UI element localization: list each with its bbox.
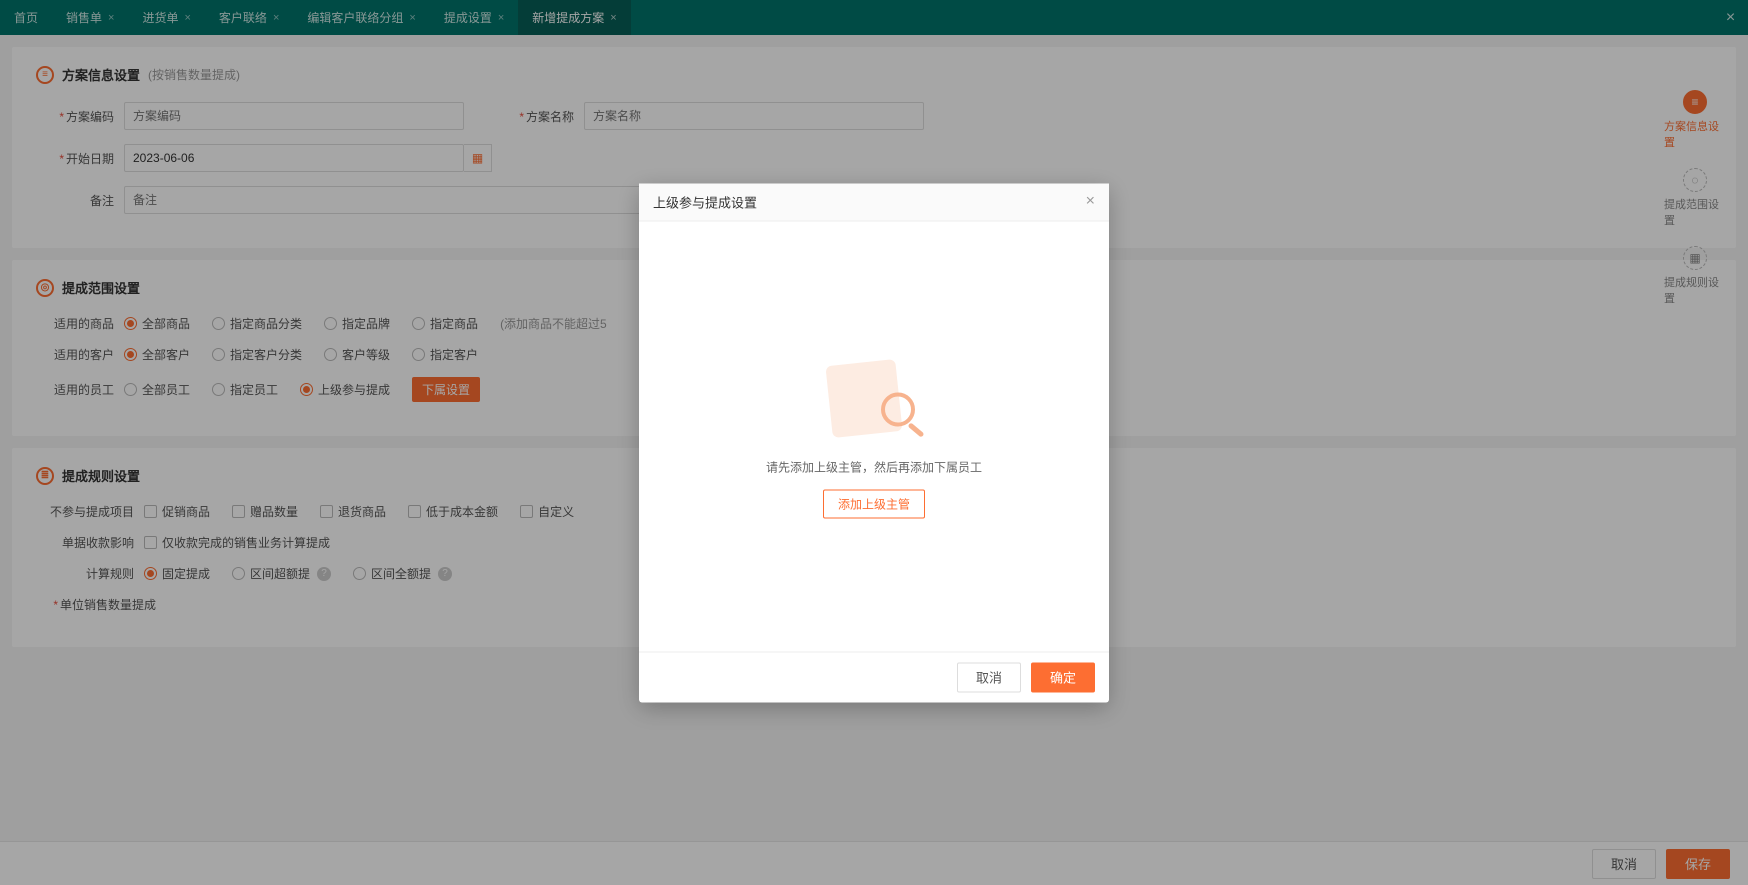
modal-close-icon[interactable]: × xyxy=(1086,193,1095,211)
modal-message: 请先添加上级主管，然后再添加下属员工 xyxy=(766,458,982,475)
modal-ok-button[interactable]: 确定 xyxy=(1031,662,1095,692)
modal-title: 上级参与提成设置 xyxy=(653,192,757,211)
empty-illustration xyxy=(819,354,929,444)
modal-cancel-button[interactable]: 取消 xyxy=(957,662,1021,692)
add-supervisor-button[interactable]: 添加上级主管 xyxy=(823,489,925,518)
supervisor-modal: 上级参与提成设置 × 请先添加上级主管，然后再添加下属员工 添加上级主管 取消 … xyxy=(639,183,1109,702)
